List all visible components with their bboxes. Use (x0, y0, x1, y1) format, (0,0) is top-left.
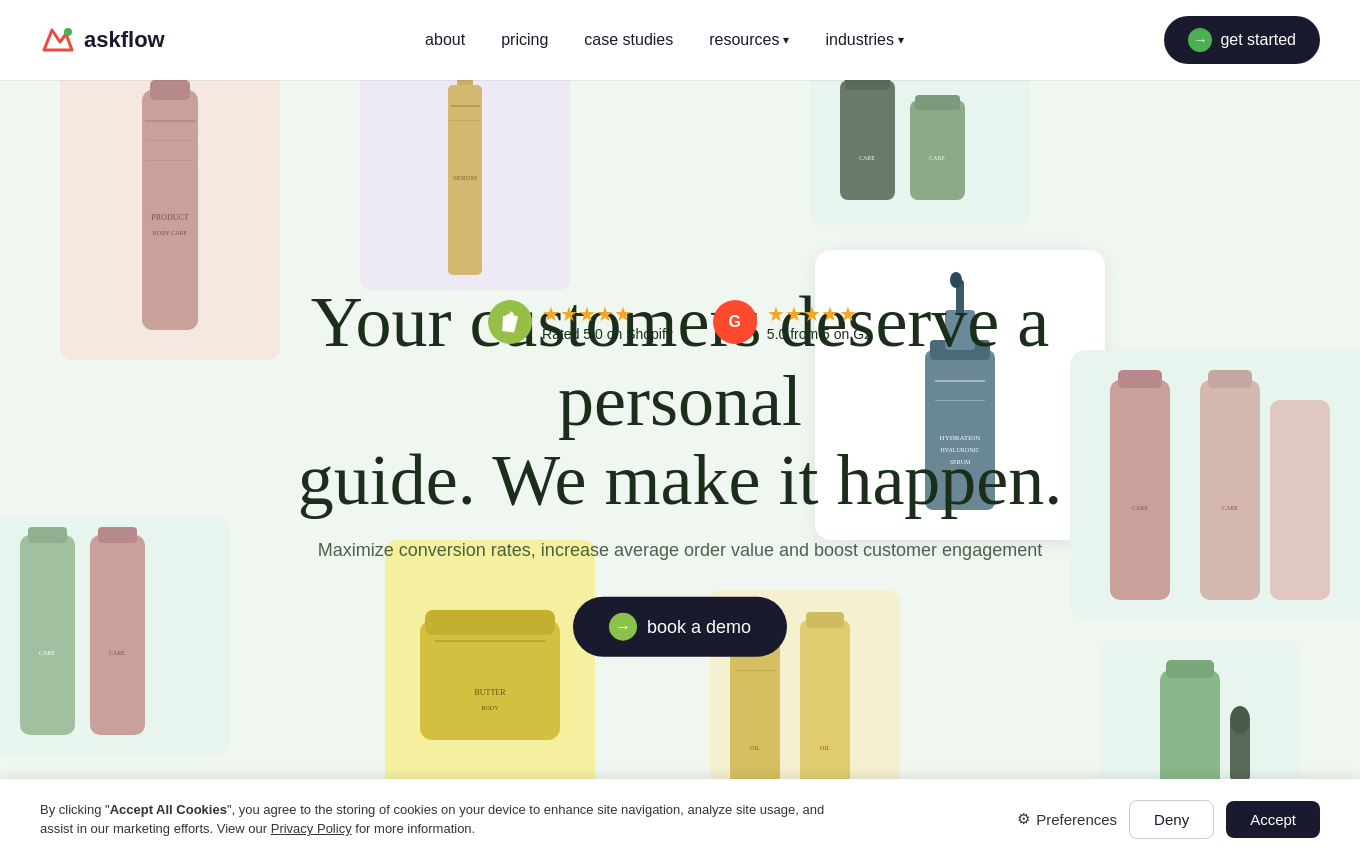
product-image-topright: CARE CARE (810, 80, 1030, 225)
get-started-button[interactable]: → get started (1164, 16, 1320, 64)
shopify-stars: ★★★★★ (542, 302, 673, 326)
logo-text: askflow (84, 27, 165, 53)
deny-button[interactable]: Deny (1129, 800, 1214, 839)
resources-chevron-icon: ▾ (783, 33, 789, 47)
shopify-icon (488, 300, 532, 344)
g2-rating: G ★★★★★ 5.0 from 5 on G2 (713, 300, 872, 344)
svg-point-68 (1230, 706, 1250, 734)
industries-chevron-icon: ▾ (898, 33, 904, 47)
g2-rating-text: 5.0 from 5 on G2 (767, 326, 872, 342)
svg-text:OIL: OIL (750, 745, 760, 751)
svg-rect-4 (142, 90, 198, 330)
product-image-topleft: PRODUCT BODY CARE (60, 80, 280, 360)
svg-rect-66 (1166, 660, 1214, 678)
hero-subtitle: Maximize conversion rates, increase aver… (290, 540, 1070, 561)
accept-all-cookies-bold: Accept All Cookies (110, 802, 227, 817)
g2-rating-details: ★★★★★ 5.0 from 5 on G2 (767, 302, 872, 342)
ratings-container: ★★★★★ Rated 5.0 on Shopify G ★★★★★ 5.0 f… (488, 300, 872, 344)
preferences-button[interactable]: ⚙ Preferences (1017, 810, 1117, 828)
svg-rect-39 (1208, 370, 1252, 388)
svg-rect-15 (450, 120, 480, 121)
svg-rect-44 (20, 535, 75, 735)
svg-rect-36 (1110, 380, 1170, 600)
accept-button[interactable]: Accept (1226, 801, 1320, 838)
svg-text:CARE: CARE (39, 650, 55, 656)
svg-text:BUTTER: BUTTER (474, 688, 506, 697)
preferences-gear-icon: ⚙ (1017, 810, 1030, 828)
svg-text:BODY CARE: BODY CARE (153, 230, 188, 236)
nav-pricing[interactable]: pricing (501, 31, 548, 49)
shopify-rating-details: ★★★★★ Rated 5.0 on Shopify (542, 302, 673, 342)
privacy-policy-link[interactable]: Privacy Policy (271, 821, 352, 836)
svg-text:SERUM: SERUM (453, 174, 478, 182)
nav-industries[interactable]: industries ▾ (825, 31, 903, 49)
shopify-rating-text: Rated 5.0 on Shopify (542, 326, 673, 342)
g2-icon: G (713, 300, 757, 344)
g2-stars: ★★★★★ (767, 302, 872, 326)
svg-rect-5 (150, 80, 190, 100)
svg-text:CARE: CARE (1132, 505, 1148, 511)
svg-rect-47 (98, 527, 137, 543)
svg-rect-45 (28, 527, 67, 543)
svg-rect-6 (145, 120, 195, 122)
book-demo-button[interactable]: → book a demo (573, 597, 787, 657)
svg-rect-18 (840, 80, 895, 200)
svg-text:CARE: CARE (1222, 505, 1238, 511)
svg-text:BODY: BODY (481, 705, 499, 711)
cookie-banner: By clicking "Accept All Cookies", you ag… (0, 779, 1360, 859)
nav-case-studies[interactable]: case studies (584, 31, 673, 49)
nav-links: about pricing case studies resources ▾ i… (425, 31, 904, 49)
hero-section: PRODUCT BODY CARE SERUM CARE (0, 80, 1360, 859)
svg-point-2 (64, 28, 72, 36)
svg-rect-61 (735, 670, 775, 671)
svg-rect-37 (1118, 370, 1162, 388)
svg-rect-8 (145, 160, 195, 161)
cookie-text: By clicking "Accept All Cookies", you ag… (40, 800, 840, 839)
svg-rect-38 (1200, 380, 1260, 600)
nav-resources[interactable]: resources ▾ (709, 31, 789, 49)
product-image-topcenter: SERUM (360, 80, 570, 290)
svg-text:PRODUCT: PRODUCT (151, 213, 188, 222)
svg-rect-20 (910, 100, 965, 200)
svg-rect-19 (845, 80, 890, 90)
svg-rect-14 (450, 105, 480, 107)
svg-text:OIL: OIL (820, 745, 830, 751)
svg-rect-40 (1270, 400, 1330, 600)
svg-rect-7 (145, 140, 195, 141)
svg-text:CARE: CARE (109, 650, 125, 656)
nav-about[interactable]: about (425, 31, 465, 49)
svg-text:CARE: CARE (929, 155, 945, 161)
svg-rect-21 (915, 95, 960, 110)
svg-text:CARE: CARE (859, 155, 875, 161)
navbar: askflow about pricing case studies resou… (0, 0, 1360, 80)
logo-link[interactable]: askflow (40, 22, 165, 58)
product-image-farright: CARE CARE (1070, 350, 1360, 620)
product-image-bottomleft: CARE CARE (0, 515, 230, 755)
svg-rect-46 (90, 535, 145, 735)
logo-icon (40, 22, 76, 58)
main-content: PRODUCT BODY CARE SERUM CARE (0, 0, 1360, 859)
shopify-rating: ★★★★★ Rated 5.0 on Shopify (488, 300, 673, 344)
book-demo-arrow-icon: → (609, 613, 637, 641)
cta-arrow-icon: → (1188, 28, 1212, 52)
cookie-actions: ⚙ Preferences Deny Accept (1017, 800, 1320, 839)
